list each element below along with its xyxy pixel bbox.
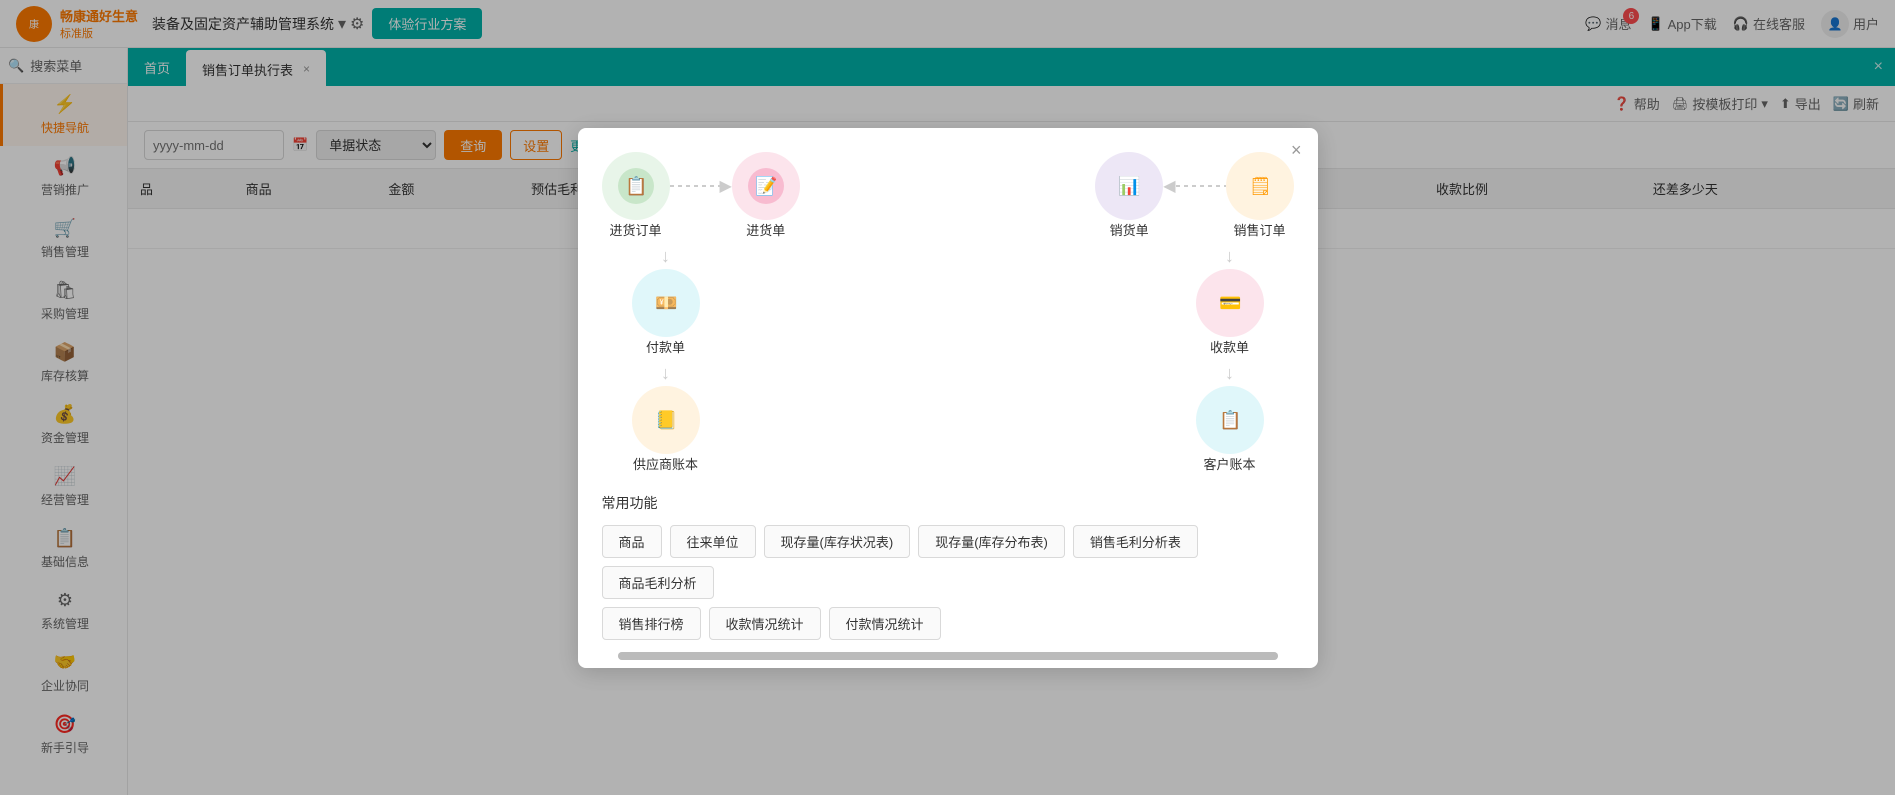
flow-supplier-ledger-col: ↓ 📒 供应商账本: [632, 364, 700, 473]
popup-scrollbar[interactable]: [618, 652, 1278, 660]
popup: × 📋 进货订单 ▶ 📝: [578, 128, 1318, 668]
flow-left-group: 📋 进货订单 ▶ 📝 进货单: [602, 152, 800, 239]
common-funcs: 常用功能 商品 往来单位 现存量(库存状况表) 现存量(库存分布表) 销售毛利分…: [602, 493, 1294, 640]
purchase-order-label: 进货订单: [609, 220, 661, 239]
popup-scrollbar-area[interactable]: [602, 652, 1294, 666]
customer-ledger-circle: 📋: [1196, 386, 1264, 454]
flow-node-purchase-order: 📋 进货订单: [602, 152, 670, 239]
func-btn-product[interactable]: 商品: [602, 525, 662, 558]
svg-text:💳: 💳: [1219, 293, 1241, 313]
flow-top-row: 📋 进货订单 ▶ 📝 进货单: [602, 152, 1294, 239]
purchase-bill-label: 进货单: [746, 220, 785, 239]
sales-order-circle: 🗒: [1226, 152, 1294, 220]
sales-bill-label: 销货单: [1110, 220, 1149, 239]
sales-bill-circle: 📊: [1095, 152, 1163, 220]
svg-text:📊: 📊: [1118, 175, 1140, 196]
popup-close-button[interactable]: ×: [1291, 140, 1302, 161]
flow-purchase-payment-col: ↓ 💴 付款单: [632, 247, 700, 356]
receipt-label: 收款单: [1210, 337, 1249, 356]
svg-text:📒: 📒: [655, 410, 677, 430]
supplier-ledger-label: 供应商账本: [633, 454, 698, 473]
flow-bottom-row: ↓ 📒 供应商账本 ↓ 📋 客户账本: [602, 364, 1294, 473]
flow-receipt-col: ↓ 💳 收款单: [1196, 247, 1264, 356]
popup-scrollbar-thumb[interactable]: [618, 652, 1278, 660]
supplier-ledger-circle: 📒: [632, 386, 700, 454]
func-btn-product-profit[interactable]: 商品毛利分析: [602, 566, 714, 599]
func-btn-stock-dist[interactable]: 现存量(库存分布表): [918, 525, 1065, 558]
payment-label: 付款单: [646, 337, 685, 356]
func-btn-contacts[interactable]: 往来单位: [670, 525, 756, 558]
sales-order-label: 销售订单: [1233, 220, 1285, 239]
func-btn-profit-analysis[interactable]: 销售毛利分析表: [1073, 525, 1198, 558]
func-btn-stock-status[interactable]: 现存量(库存状况表): [764, 525, 911, 558]
svg-text:🗒: 🗒: [1249, 176, 1272, 196]
common-funcs-title: 常用功能: [602, 493, 1294, 513]
svg-text:📋: 📋: [625, 175, 647, 196]
svg-text:📝: 📝: [755, 175, 777, 196]
flow-node-sales-bill: 📊 销货单: [1095, 152, 1163, 239]
func-btn-sales-rank[interactable]: 销售排行榜: [602, 607, 701, 640]
func-btn-payment-stats[interactable]: 付款情况统计: [829, 607, 941, 640]
func-buttons-row1: 商品 往来单位 现存量(库存状况表) 现存量(库存分布表) 销售毛利分析表 商品…: [602, 525, 1294, 599]
flow-node-sales-order: 🗒 销售订单: [1226, 152, 1294, 239]
flow-right-group: 📊 销货单 ◀ 🗒 销售订单: [1095, 152, 1293, 239]
payment-circle: 💴: [632, 269, 700, 337]
arrow-h1: ▶: [670, 176, 732, 196]
flow-node-purchase-bill: 📝 进货单: [732, 152, 800, 239]
purchase-bill-circle: 📝: [732, 152, 800, 220]
svg-text:💴: 💴: [655, 293, 677, 313]
popup-overlay[interactable]: × 📋 进货订单 ▶ 📝: [0, 0, 1895, 795]
purchase-order-circle: 📋: [602, 152, 670, 220]
receipt-circle: 💳: [1196, 269, 1264, 337]
func-buttons-row2: 销售排行榜 收款情况统计 付款情况统计: [602, 607, 1294, 640]
svg-text:📋: 📋: [1219, 409, 1241, 430]
func-btn-receipt-stats[interactable]: 收款情况统计: [709, 607, 821, 640]
flow-middle-row: ↓ 💴 付款单 ↓ 💳 收款单: [602, 247, 1294, 356]
flow-customer-ledger-col: ↓ 📋 客户账本: [1196, 364, 1264, 473]
arrow-h2: ◀: [1163, 176, 1225, 196]
customer-ledger-label: 客户账本: [1203, 454, 1255, 473]
